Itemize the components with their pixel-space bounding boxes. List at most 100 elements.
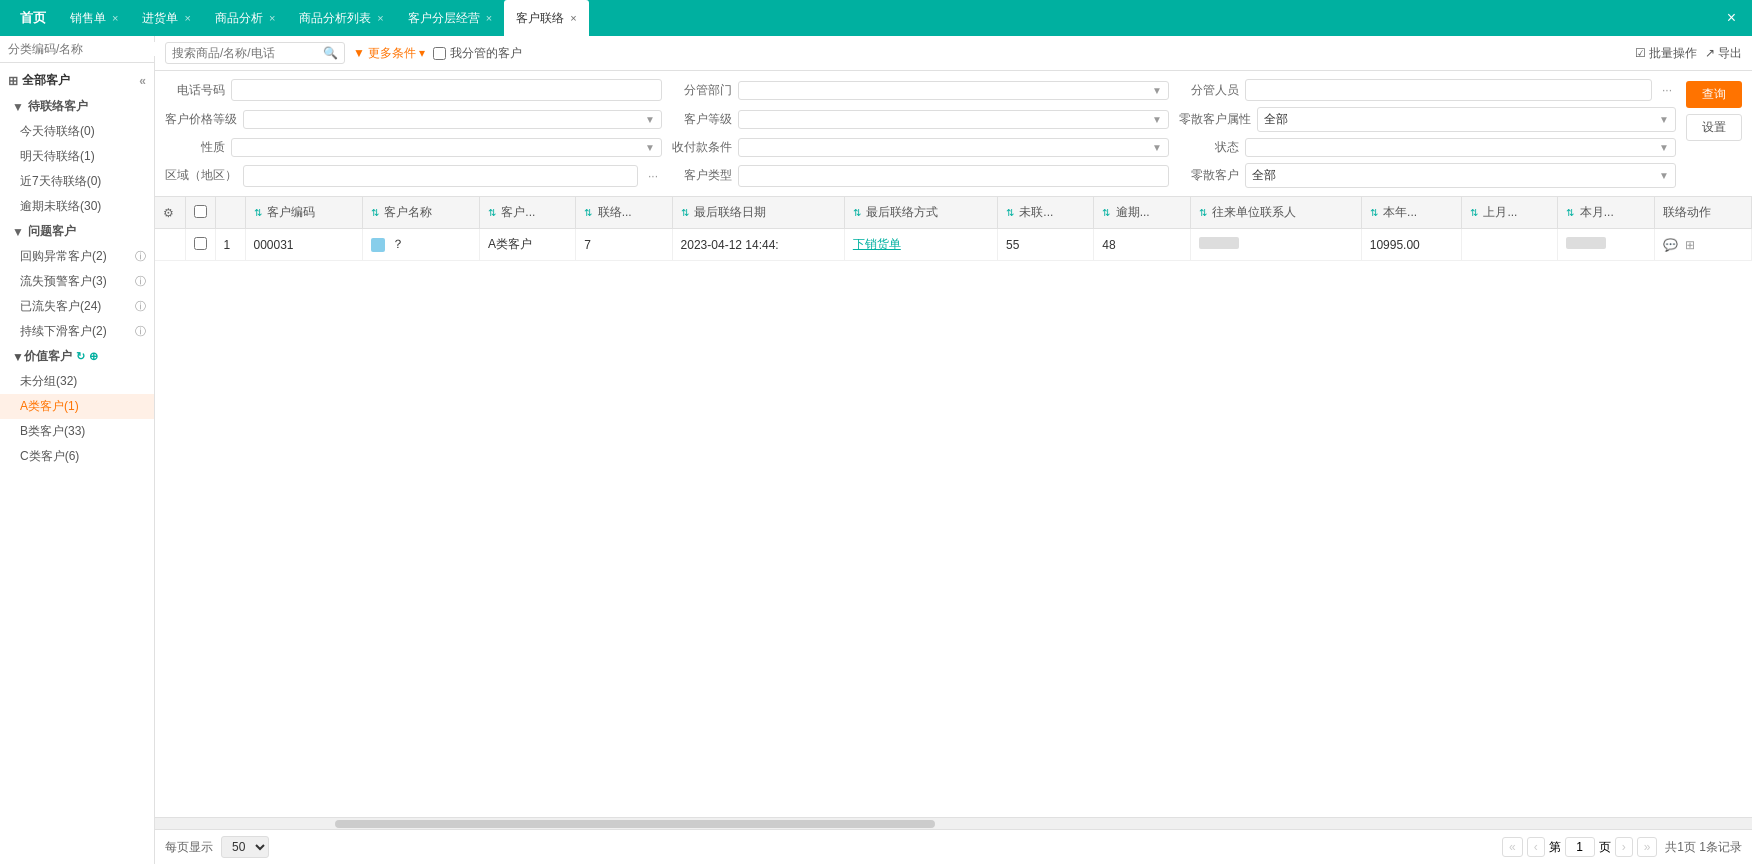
col-last-method[interactable]: ⇅ 最后联络方式 bbox=[844, 197, 997, 229]
col-last-date[interactable]: ⇅ 最后联络日期 bbox=[672, 197, 844, 229]
nav-tab-customer-contact[interactable]: 客户联络 × bbox=[504, 0, 588, 36]
close-product-analysis-tab[interactable]: × bbox=[269, 12, 275, 24]
qr-icon[interactable]: ⊞ bbox=[1685, 238, 1695, 252]
page-num-input[interactable] bbox=[1565, 837, 1595, 857]
col-this-year[interactable]: ⇅ 本年... bbox=[1361, 197, 1461, 229]
row-checkbox-cell[interactable] bbox=[185, 229, 215, 261]
sidebar-item-class-b[interactable]: B类客户(33) bbox=[0, 419, 154, 444]
sidebar-item-ungrouped[interactable]: 未分组(32) bbox=[0, 369, 154, 394]
sidebar-search-input[interactable] bbox=[8, 42, 158, 56]
select-all-checkbox[interactable] bbox=[194, 205, 207, 218]
settings-gear-icon[interactable]: ⚙ bbox=[163, 206, 174, 220]
my-customer-checkbox-wrap[interactable]: 我分管的客户 bbox=[433, 45, 522, 62]
add-icon[interactable]: ⊕ bbox=[89, 350, 98, 363]
col-name[interactable]: ⇅ 客户名称 bbox=[362, 197, 479, 229]
filter-customer-type-input[interactable] bbox=[738, 165, 1169, 187]
filter-nature-select[interactable]: ▼ bbox=[231, 138, 662, 157]
query-btn[interactable]: 查询 bbox=[1686, 81, 1742, 108]
col-contact[interactable]: ⇅ 联络... bbox=[576, 197, 672, 229]
scrollbar-thumb[interactable] bbox=[335, 820, 935, 828]
filter-manager-dots[interactable]: ··· bbox=[1658, 83, 1676, 97]
col-unit-contact[interactable]: ⇅ 往来单位联系人 bbox=[1190, 197, 1361, 229]
chevron-down-icon: ▾ bbox=[419, 46, 425, 60]
window-close-btn[interactable]: × bbox=[1719, 9, 1744, 27]
filter-payment-select[interactable]: ▼ bbox=[738, 138, 1169, 157]
close-sales-tab[interactable]: × bbox=[112, 12, 118, 24]
batch-op-btn[interactable]: ☑ 批量操作 bbox=[1635, 45, 1697, 62]
col-overdue[interactable]: ⇅ 逾期... bbox=[1094, 197, 1190, 229]
sidebar-item-7days[interactable]: 近7天待联络(0) bbox=[0, 169, 154, 194]
col-this-month[interactable]: ⇅ 本月... bbox=[1558, 197, 1654, 229]
close-product-list-tab[interactable]: × bbox=[377, 12, 383, 24]
info-icon-declining: ⓘ bbox=[135, 324, 146, 339]
row-contact-cell: 7 bbox=[576, 229, 672, 261]
last-method-link[interactable]: 下销货单 bbox=[853, 237, 901, 251]
export-btn[interactable]: ↗ 导出 bbox=[1705, 45, 1742, 62]
filter-row-1: 电话号码 分管部门 ▼ 分管人员 bbox=[165, 79, 1676, 101]
horizontal-scrollbar[interactable] bbox=[155, 817, 1752, 829]
prev-page-btn[interactable]: ‹ bbox=[1527, 837, 1545, 857]
filter-manager-input[interactable] bbox=[1245, 79, 1652, 101]
nav-tab-purchase[interactable]: 进货单 × bbox=[130, 0, 202, 36]
chevron-price: ▼ bbox=[645, 114, 655, 125]
sidebar-item-overdue[interactable]: 逾期未联络(30) bbox=[0, 194, 154, 219]
sidebar-item-class-c[interactable]: C类客户(6) bbox=[0, 444, 154, 469]
toolbar: 🔍 ▼ 更多条件 ▾ 我分管的客户 ☑ 批量操作 ↗ 导出 bbox=[155, 36, 1752, 71]
sort-overdue-icon: ⇅ bbox=[1102, 207, 1110, 218]
filter-phone-input[interactable] bbox=[231, 79, 662, 101]
sidebar-item-declining[interactable]: 持续下滑客户(2) ⓘ bbox=[0, 319, 154, 344]
nav-home[interactable]: 首页 bbox=[8, 0, 58, 36]
sidebar-item-churn-warning[interactable]: 流失预警客户(3) ⓘ bbox=[0, 269, 154, 294]
nav-tab-product-list[interactable]: 商品分析列表 × bbox=[287, 0, 395, 36]
col-settings[interactable]: ⚙ bbox=[155, 197, 185, 229]
filter-status-select[interactable]: ▼ bbox=[1245, 138, 1676, 157]
col-no-contact[interactable]: ⇅ 未联... bbox=[997, 197, 1093, 229]
close-customer-contact-tab[interactable]: × bbox=[570, 12, 576, 24]
sidebar-problem-header[interactable]: ▼ 问题客户 bbox=[0, 219, 154, 244]
sidebar-item-churned[interactable]: 已流失客户(24) ⓘ bbox=[0, 294, 154, 319]
filter-dept-select[interactable]: ▼ bbox=[738, 81, 1169, 100]
chat-icon[interactable]: 💬 bbox=[1663, 238, 1678, 252]
table-container: ⚙ ⇅ 客户编码 ⇅ 客户名称 bbox=[155, 197, 1752, 817]
batch-icon: ☑ bbox=[1635, 46, 1646, 60]
col-code[interactable]: ⇅ 客户编码 bbox=[245, 197, 362, 229]
nav-tab-sales[interactable]: 销售单 × bbox=[58, 0, 130, 36]
filter-price-select[interactable]: ▼ bbox=[243, 110, 662, 129]
more-filter-btn[interactable]: ▼ 更多条件 ▾ bbox=[353, 45, 425, 62]
filter-region-dots[interactable]: ··· bbox=[644, 169, 662, 183]
next-page-btn[interactable]: › bbox=[1615, 837, 1633, 857]
last-page-btn[interactable]: » bbox=[1637, 837, 1658, 857]
sidebar-item-abnormal[interactable]: 回购异常客户(2) ⓘ bbox=[0, 244, 154, 269]
search-icon[interactable]: 🔍 bbox=[323, 46, 338, 60]
sidebar-item-today[interactable]: 今天待联络(0) bbox=[0, 119, 154, 144]
close-purchase-tab[interactable]: × bbox=[184, 12, 190, 24]
sidebar-all-customers[interactable]: ⊞ 全部客户 « bbox=[0, 67, 154, 94]
filter-customer-level-select[interactable]: ▼ bbox=[738, 110, 1169, 129]
row-last-month-cell bbox=[1462, 229, 1558, 261]
close-customer-segment-tab[interactable]: × bbox=[486, 12, 492, 24]
nav-tab-product-analysis[interactable]: 商品分析 × bbox=[203, 0, 287, 36]
sidebar-item-tomorrow[interactable]: 明天待联络(1) bbox=[0, 144, 154, 169]
sort-last-date-icon: ⇅ bbox=[681, 207, 689, 218]
sidebar-pending-contact-header[interactable]: ▼ 待联络客户 bbox=[0, 94, 154, 119]
row-last-method-cell[interactable]: 下销货单 bbox=[844, 229, 997, 261]
row-checkbox[interactable] bbox=[194, 237, 207, 250]
my-customer-checkbox[interactable] bbox=[433, 47, 446, 60]
col-last-month[interactable]: ⇅ 上月... bbox=[1462, 197, 1558, 229]
sidebar-value-header[interactable]: ▼ 价值客户 ↻ ⊕ bbox=[0, 344, 154, 369]
col-checkbox[interactable] bbox=[185, 197, 215, 229]
filter-region-input[interactable] bbox=[243, 165, 638, 187]
settings-btn[interactable]: 设置 bbox=[1686, 114, 1742, 141]
sidebar-collapse-icon[interactable]: « bbox=[139, 74, 146, 88]
col-type[interactable]: ⇅ 客户... bbox=[479, 197, 575, 229]
filter-retail-select[interactable]: 全部 ▼ bbox=[1245, 163, 1676, 188]
filter-retail-attr-select[interactable]: 全部 ▼ bbox=[1257, 107, 1676, 132]
refresh-icon[interactable]: ↻ bbox=[76, 350, 85, 363]
search-input[interactable] bbox=[172, 46, 323, 60]
first-page-btn[interactable]: « bbox=[1502, 837, 1523, 857]
arrow-down-icon3: ▼ bbox=[12, 350, 24, 364]
row-action-cell: 💬 ⊞ bbox=[1654, 229, 1751, 261]
per-page-select[interactable]: 50 bbox=[221, 836, 269, 858]
nav-tab-customer-segment[interactable]: 客户分层经营 × bbox=[396, 0, 504, 36]
sidebar-item-class-a[interactable]: A类客户(1) bbox=[0, 394, 154, 419]
